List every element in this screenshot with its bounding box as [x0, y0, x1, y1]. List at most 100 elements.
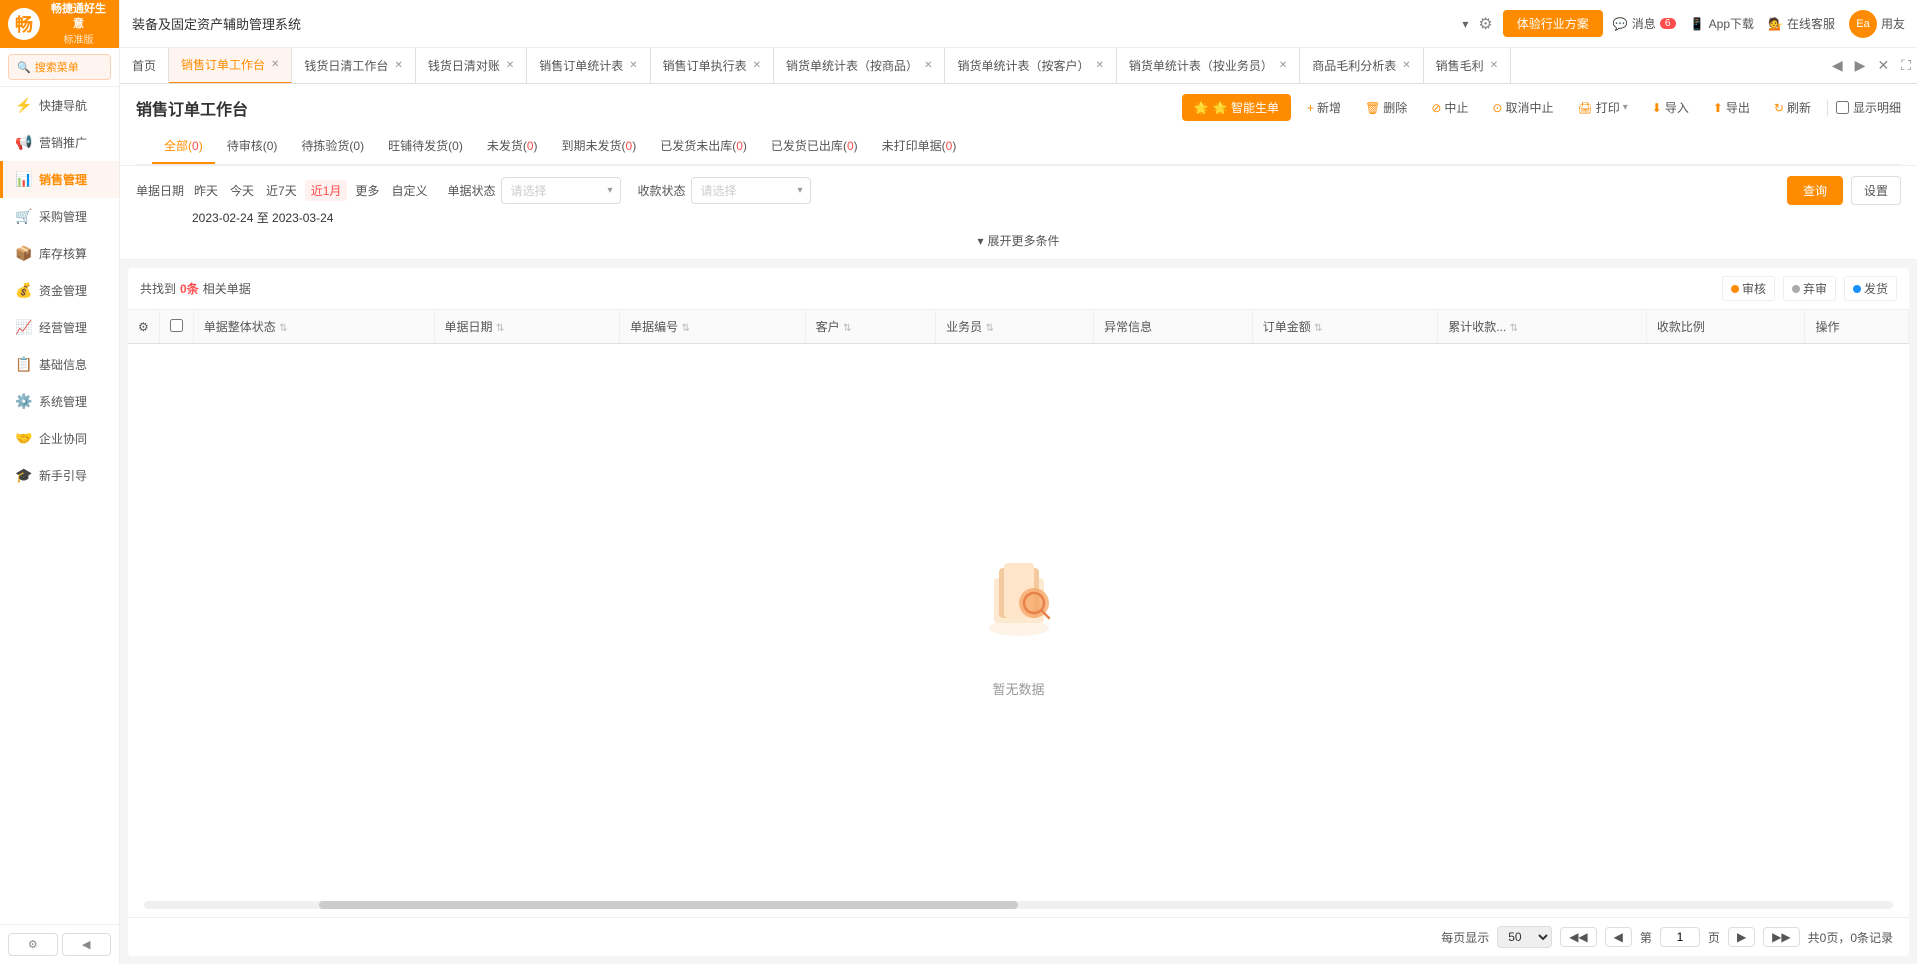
filter-status-select[interactable]: 请选择 ▾ — [501, 177, 621, 204]
close-tab-product-margin[interactable]: ✕ — [1402, 60, 1410, 71]
sidebar: 畅 畅捷通好生意 标准版 🔍 搜索菜单 ⚡ 快捷导航 📢 营销推广 📊 销售管理… — [0, 0, 120, 964]
th-staff[interactable]: 业务员 ⇅ — [936, 310, 1094, 344]
smart-create-button[interactable]: 🌟 🌟 智能生单 — [1182, 94, 1291, 121]
settings-bottom-button[interactable]: ⚙ — [8, 933, 58, 956]
sub-tab-pending-inspect[interactable]: 待拣验货(0) — [289, 129, 376, 164]
tabs-prev-button[interactable]: ◀ — [1826, 48, 1849, 84]
tab-cash-reconcile[interactable]: 钱货日清对账 ✕ — [416, 48, 527, 84]
close-tab-sales-summary-customer[interactable]: ✕ — [1095, 60, 1103, 71]
horizontal-scrollbar[interactable] — [144, 901, 1893, 909]
close-tab-sales-stats[interactable]: ✕ — [629, 60, 637, 71]
message-button[interactable]: 💬 消息 6 — [1613, 15, 1676, 32]
prev-page-button[interactable]: ◀ — [1605, 927, 1632, 947]
page-number-input[interactable] — [1660, 927, 1700, 947]
tab-sales-stats[interactable]: 销售订单统计表 ✕ — [527, 48, 650, 84]
close-tab-sales-workbench[interactable]: ✕ — [271, 59, 279, 70]
th-date[interactable]: 单据日期 ⇅ — [434, 310, 620, 344]
search-menu-button[interactable]: 🔍 搜索菜单 — [8, 54, 111, 80]
last-page-button[interactable]: ▶▶ — [1763, 927, 1799, 947]
close-tab-cash-reconcile[interactable]: ✕ — [506, 60, 514, 71]
date-custom-btn[interactable]: 自定义 — [387, 180, 431, 201]
sub-tab-delivered-not-out[interactable]: 已发货未出库(0) — [648, 129, 759, 164]
sidebar-item-quick-nav[interactable]: ⚡ 快捷导航 — [0, 87, 119, 124]
show-detail-label[interactable]: 显示明细 — [1836, 99, 1901, 116]
tab-sales-summary-product[interactable]: 销货单统计表（按商品） ✕ — [774, 48, 945, 84]
settings-filter-button[interactable]: 设置 — [1851, 176, 1901, 205]
date-7days-btn[interactable]: 近7天 — [262, 180, 301, 201]
sub-tab-delivered-out[interactable]: 已发货已出库(0) — [759, 129, 870, 164]
app-download-button[interactable]: 📱 App下载 — [1690, 15, 1754, 32]
th-customer[interactable]: 客户 ⇅ — [805, 310, 935, 344]
tabs-next-button[interactable]: ▶ — [1849, 48, 1872, 84]
sidebar-item-inventory[interactable]: 📦 库存核算 — [0, 235, 119, 272]
pause-button[interactable]: ⊘ 中止 — [1423, 95, 1476, 120]
sidebar-item-purchase[interactable]: 🛒 采购管理 — [0, 198, 119, 235]
date-1month-btn[interactable]: 近1月 — [305, 180, 348, 201]
tab-sales-profit[interactable]: 销售毛利 ✕ — [1424, 48, 1511, 84]
print-button[interactable]: 🖨 打印 ▾ — [1569, 95, 1635, 120]
sub-tab-wangpu[interactable]: 旺铺待发货(0) — [376, 129, 475, 164]
show-detail-checkbox[interactable] — [1836, 101, 1849, 114]
topbar-settings-button[interactable]: ⚙ — [1478, 14, 1492, 34]
tab-sales-summary-staff[interactable]: 销货单统计表（按业务员） ✕ — [1117, 48, 1300, 84]
close-tab-sales-summary-staff[interactable]: ✕ — [1279, 60, 1287, 71]
online-service-button[interactable]: 💁 在线客服 — [1768, 15, 1835, 32]
sidebar-item-enterprise[interactable]: 🤝 企业协同 — [0, 420, 119, 457]
collapse-sidebar-button[interactable]: ◀ — [62, 933, 112, 956]
delete-button[interactable]: 🗑 删除 — [1357, 95, 1415, 120]
th-collected[interactable]: 累计收款... ⇅ — [1438, 310, 1647, 344]
cancel-review-quick-button[interactable]: 弃审 — [1783, 276, 1836, 301]
scrollbar-thumb[interactable] — [319, 901, 1019, 909]
th-amount[interactable]: 订单金额 ⇅ — [1252, 310, 1438, 344]
th-number[interactable]: 单据编号 ⇅ — [620, 310, 806, 344]
sub-tab-expired-undelivered[interactable]: 到期未发货(0) — [550, 129, 649, 164]
tab-sales-workbench[interactable]: 销售订单工作台 ✕ — [169, 48, 292, 84]
th-settings[interactable]: ⚙ — [128, 310, 159, 344]
refresh-button[interactable]: ↻ 刷新 — [1766, 95, 1819, 120]
import-button[interactable]: ⬇ 导入 — [1644, 95, 1697, 120]
sub-tab-all[interactable]: 全部(0) — [152, 129, 215, 164]
filter-payment-select[interactable]: 请选择 ▾ — [691, 177, 811, 204]
sub-tab-unprinted[interactable]: 未打印单据(0) — [870, 129, 969, 164]
date-more-btn[interactable]: 更多 — [351, 180, 383, 201]
tab-cash-daily[interactable]: 钱货日清工作台 ✕ — [292, 48, 415, 84]
industry-solution-button[interactable]: 体验行业方案 — [1503, 10, 1603, 37]
close-tab-sales-summary-product[interactable]: ✕ — [924, 60, 932, 71]
first-page-button[interactable]: ◀◀ — [1560, 927, 1596, 947]
select-all-checkbox[interactable] — [170, 319, 183, 332]
maximize-button[interactable]: ⛶ — [1895, 48, 1917, 84]
query-button[interactable]: 查询 — [1787, 176, 1843, 205]
close-tab-sales-exec[interactable]: ✕ — [753, 60, 761, 71]
sidebar-item-operation[interactable]: 📈 经营管理 — [0, 309, 119, 346]
close-all-tabs-button[interactable]: ✕ — [1871, 48, 1895, 84]
page-size-select[interactable]: 50 10 20 100 — [1497, 926, 1552, 948]
expand-more-button[interactable]: ▾ 展开更多条件 — [136, 232, 1901, 249]
cancel-pause-button[interactable]: ⊙ 取消中止 — [1484, 95, 1561, 120]
star-icon: 🌟 — [1194, 101, 1209, 115]
sub-tab-undelivered[interactable]: 未发货(0) — [475, 129, 550, 164]
export-button[interactable]: ⬆ 导出 — [1705, 95, 1758, 120]
topbar-right: 💬 消息 6 📱 App下载 💁 在线客服 Ea 用友 — [1613, 10, 1905, 38]
deliver-quick-button[interactable]: 发货 — [1844, 276, 1897, 301]
sub-tab-pending-review[interactable]: 待审核(0) — [215, 129, 290, 164]
date-yesterday-btn[interactable]: 昨天 — [190, 180, 222, 201]
sidebar-item-finance[interactable]: 💰 资金管理 — [0, 272, 119, 309]
sidebar-item-sales[interactable]: 📊 销售管理 — [0, 161, 119, 198]
tab-product-margin[interactable]: 商品毛利分析表 ✕ — [1300, 48, 1423, 84]
expand-title-button[interactable]: ▾ — [1462, 17, 1468, 31]
sidebar-item-marketing[interactable]: 📢 营销推广 — [0, 124, 119, 161]
sidebar-item-system[interactable]: ⚙️ 系统管理 — [0, 383, 119, 420]
sidebar-item-base-info[interactable]: 📋 基础信息 — [0, 346, 119, 383]
close-tab-sales-profit[interactable]: ✕ — [1490, 60, 1498, 71]
th-status[interactable]: 单据整体状态 ⇅ — [193, 310, 434, 344]
close-tab-cash-daily[interactable]: ✕ — [394, 60, 402, 71]
next-page-button[interactable]: ▶ — [1728, 927, 1755, 947]
sidebar-item-guide[interactable]: 🎓 新手引导 — [0, 457, 119, 494]
date-today-btn[interactable]: 今天 — [226, 180, 258, 201]
tab-sales-summary-customer[interactable]: 销货单统计表（按客户） ✕ — [945, 48, 1116, 84]
tab-home[interactable]: 首页 — [120, 48, 169, 84]
tab-sales-exec[interactable]: 销售订单执行表 ✕ — [651, 48, 774, 84]
review-quick-button[interactable]: 审核 — [1722, 276, 1775, 301]
user-menu-button[interactable]: Ea 用友 — [1849, 10, 1905, 38]
add-button[interactable]: + 新增 — [1299, 95, 1349, 120]
